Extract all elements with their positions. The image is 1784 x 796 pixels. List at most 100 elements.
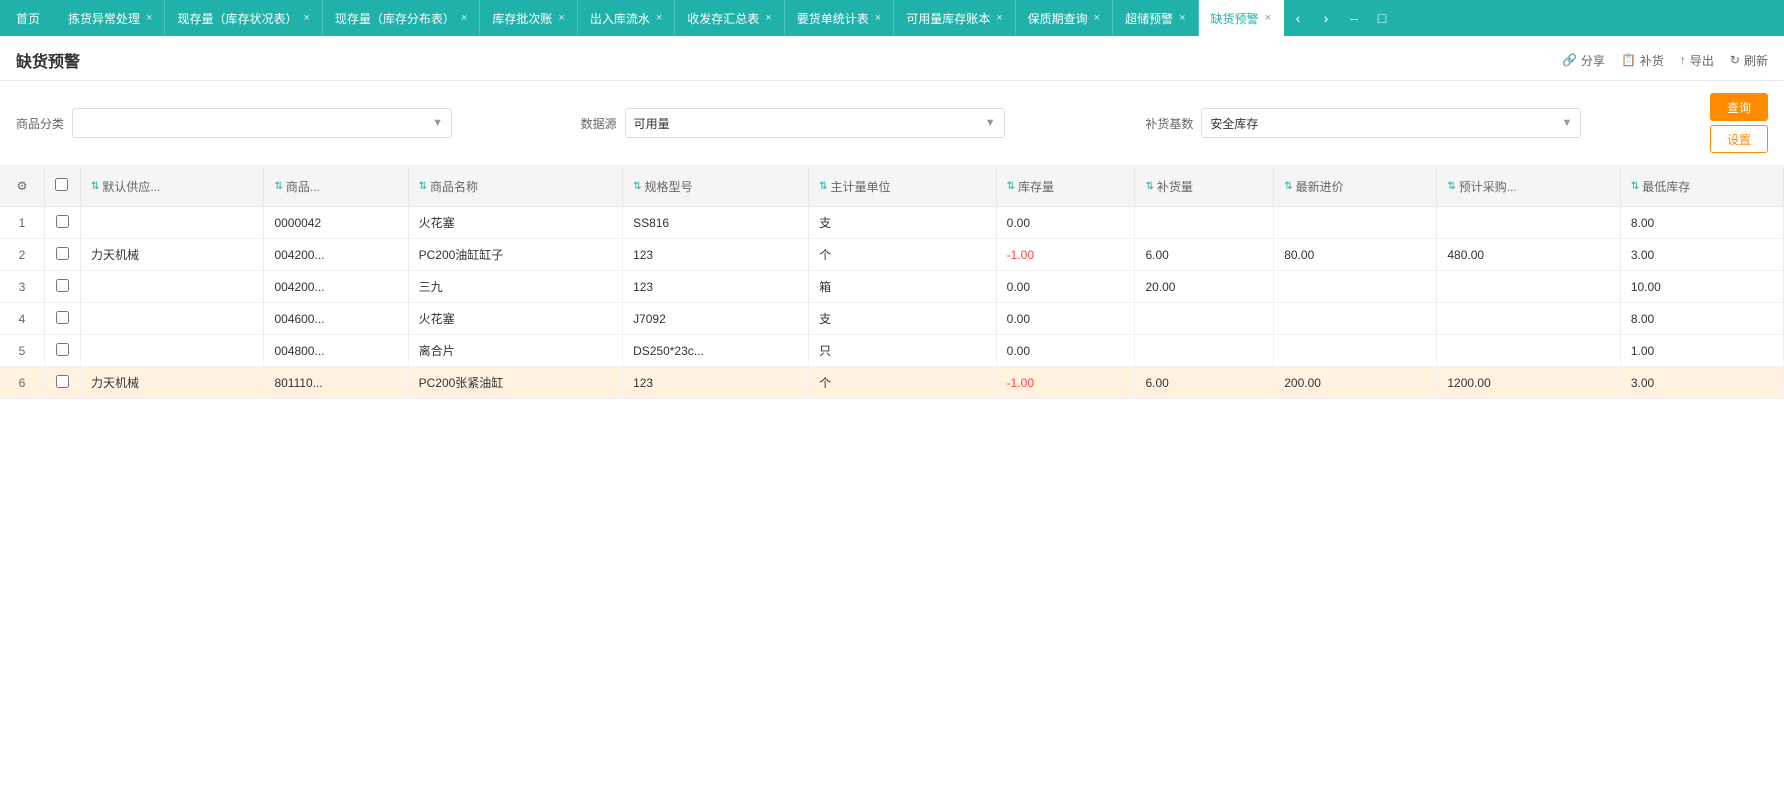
replenish-base-select[interactable]: 安全库存 ▼ [1201, 108, 1581, 138]
row-code-6: 801110... [264, 367, 408, 399]
row-name-6: PC200张紧油缸 [408, 367, 622, 399]
tab-bar: 首页 拣货异常处理 × 现存量（库存状况表） × 现存量（库存分布表） × 库存… [0, 0, 1784, 36]
row-stock-6: -1.00 [996, 367, 1135, 399]
col-price-sort[interactable]: ⇅ 最新进价 [1284, 178, 1343, 195]
row-replenish-3: 20.00 [1135, 271, 1274, 303]
row-num-6: 6 [0, 367, 45, 399]
row-checkbox-1[interactable] [45, 207, 81, 239]
tab-bzqcx[interactable]: 保质期查询 × [1016, 0, 1113, 36]
share-icon: 🔗 [1562, 53, 1577, 67]
tab-home[interactable]: 首页 [0, 0, 56, 36]
row-unit-3: 箱 [809, 271, 996, 303]
col-name-sort[interactable]: ⇅ 商品名称 [419, 178, 478, 195]
tab-xclfbt[interactable]: 现存量（库存分布表） × [323, 0, 480, 36]
close-tab-crlls[interactable]: × [656, 12, 662, 24]
col-minstk-sort[interactable]: ⇅ 最低库存 [1631, 178, 1690, 195]
row-select-checkbox[interactable] [56, 343, 69, 356]
tab-qhyj[interactable]: 缺货预警 × [1199, 0, 1284, 36]
close-tab-xclkzk[interactable]: × [303, 12, 309, 24]
row-num-1: 1 [0, 207, 45, 239]
row-select-checkbox[interactable] [56, 279, 69, 292]
table-row: 5 004800... 离合片 DS250*23c... 只 0.00 1.00 [0, 335, 1784, 367]
tab-kylkz[interactable]: 可用量库存账本 × [894, 0, 1015, 36]
close-tab-kylkz[interactable]: × [996, 12, 1002, 24]
close-tab-kspca[interactable]: × [558, 12, 564, 24]
close-tab-xclfbt[interactable]: × [461, 12, 467, 24]
replenish-icon: 📋 [1621, 53, 1636, 67]
replenish-button[interactable]: 📋 补货 [1621, 52, 1664, 69]
export-icon: ↑ [1680, 53, 1686, 67]
col-replenish-sort[interactable]: ⇅ 补货量 [1145, 178, 1192, 195]
close-tab-sfshz[interactable]: × [765, 12, 771, 24]
tab-minimize-btn[interactable]: – [1340, 0, 1368, 36]
refresh-icon: ↻ [1730, 53, 1740, 67]
filter-datasource: 数据源 可用量 ▼ [581, 108, 1122, 138]
row-stock-2: -1.00 [996, 239, 1135, 271]
row-code-2: 004200... [264, 239, 408, 271]
sort-icon-code: ⇅ [274, 181, 282, 192]
tab-yhdtj[interactable]: 要货单统计表 × [785, 0, 894, 36]
close-tab-yhdtj[interactable]: × [875, 12, 881, 24]
tab-next-btn[interactable]: › [1312, 0, 1340, 36]
row-unit-6: 个 [809, 367, 996, 399]
data-table: ⚙ ⇅ 默认供应... ⇅ 商品... [0, 166, 1784, 399]
category-select[interactable]: ▼ [72, 108, 452, 138]
tab-lhjycl[interactable]: 拣货异常处理 × [56, 0, 165, 36]
row-select-checkbox[interactable] [56, 247, 69, 260]
col-spec-sort[interactable]: ⇅ 规格型号 [633, 178, 692, 195]
close-tab-ccyj[interactable]: × [1179, 12, 1185, 24]
sort-icon-minstk: ⇅ [1631, 181, 1639, 192]
tab-kspca[interactable]: 库存批次账 × [480, 0, 577, 36]
close-tab-lhjycl[interactable]: × [146, 12, 152, 24]
datasource-value: 可用量 [634, 115, 670, 132]
datasource-label: 数据源 [581, 115, 617, 132]
row-select-checkbox[interactable] [56, 375, 69, 388]
col-unit-sort[interactable]: ⇅ 主计量单位 [819, 178, 890, 195]
refresh-button[interactable]: ↻ 刷新 [1730, 52, 1768, 69]
share-button[interactable]: 🔗 分享 [1562, 52, 1605, 69]
row-checkbox-5[interactable] [45, 335, 81, 367]
col-stock-sort[interactable]: ⇅ 库存量 [1007, 178, 1054, 195]
tab-sfshz[interactable]: 收发存汇总表 × [675, 0, 784, 36]
header-actions: 🔗 分享 📋 补货 ↑ 导出 ↻ 刷新 [1562, 52, 1768, 69]
col-est-sort[interactable]: ⇅ 预计采购... [1447, 178, 1516, 195]
col-spec: ⇅ 规格型号 [623, 166, 809, 207]
col-code-sort[interactable]: ⇅ 商品... [274, 178, 319, 195]
tab-maximize-btn[interactable]: □ [1368, 0, 1396, 36]
export-button[interactable]: ↑ 导出 [1680, 52, 1714, 69]
sort-icon-stock: ⇅ [1007, 181, 1015, 192]
tab-prev-btn[interactable]: ‹ [1284, 0, 1312, 36]
query-button[interactable]: 查询 [1710, 93, 1768, 121]
col-settings-gear[interactable]: ⚙ [0, 166, 45, 207]
tab-crlls[interactable]: 出入库流水 × [578, 0, 675, 36]
row-unit-1: 支 [809, 207, 996, 239]
row-checkbox-3[interactable] [45, 271, 81, 303]
select-all-checkbox[interactable] [55, 178, 68, 191]
tab-ccyj[interactable]: 超储预警 × [1113, 0, 1198, 36]
table-row: 4 004600... 火花塞 J7092 支 0.00 8.00 [0, 303, 1784, 335]
row-checkbox-6[interactable] [45, 367, 81, 399]
row-code-5: 004800... [264, 335, 408, 367]
filter-category: 商品分类 ▼ [16, 108, 557, 138]
row-select-checkbox[interactable] [56, 215, 69, 228]
row-select-checkbox[interactable] [56, 311, 69, 324]
row-price-1 [1274, 207, 1437, 239]
datasource-select[interactable]: 可用量 ▼ [625, 108, 1005, 138]
close-tab-bzqcx[interactable]: × [1094, 12, 1100, 24]
close-tab-qhyj[interactable]: × [1265, 12, 1271, 24]
row-name-3: 三九 [408, 271, 622, 303]
settings-button[interactable]: 设置 [1710, 125, 1768, 153]
row-unit-5: 只 [809, 335, 996, 367]
row-checkbox-4[interactable] [45, 303, 81, 335]
filter-replenish-base: 补货基数 安全库存 ▼ [1145, 108, 1686, 138]
row-checkbox-2[interactable] [45, 239, 81, 271]
row-minstk-2: 3.00 [1620, 239, 1783, 271]
row-supplier-3 [81, 271, 264, 303]
row-supplier-2: 力天机械 [81, 239, 264, 271]
col-min-stock: ⇅ 最低库存 [1620, 166, 1783, 207]
tab-xclkzk[interactable]: 现存量（库存状况表） × [165, 0, 322, 36]
row-est-1 [1437, 207, 1620, 239]
gear-icon[interactable]: ⚙ [10, 174, 34, 198]
row-est-2: 480.00 [1437, 239, 1620, 271]
col-supplier-sort[interactable]: ⇅ 默认供应... [91, 178, 160, 195]
